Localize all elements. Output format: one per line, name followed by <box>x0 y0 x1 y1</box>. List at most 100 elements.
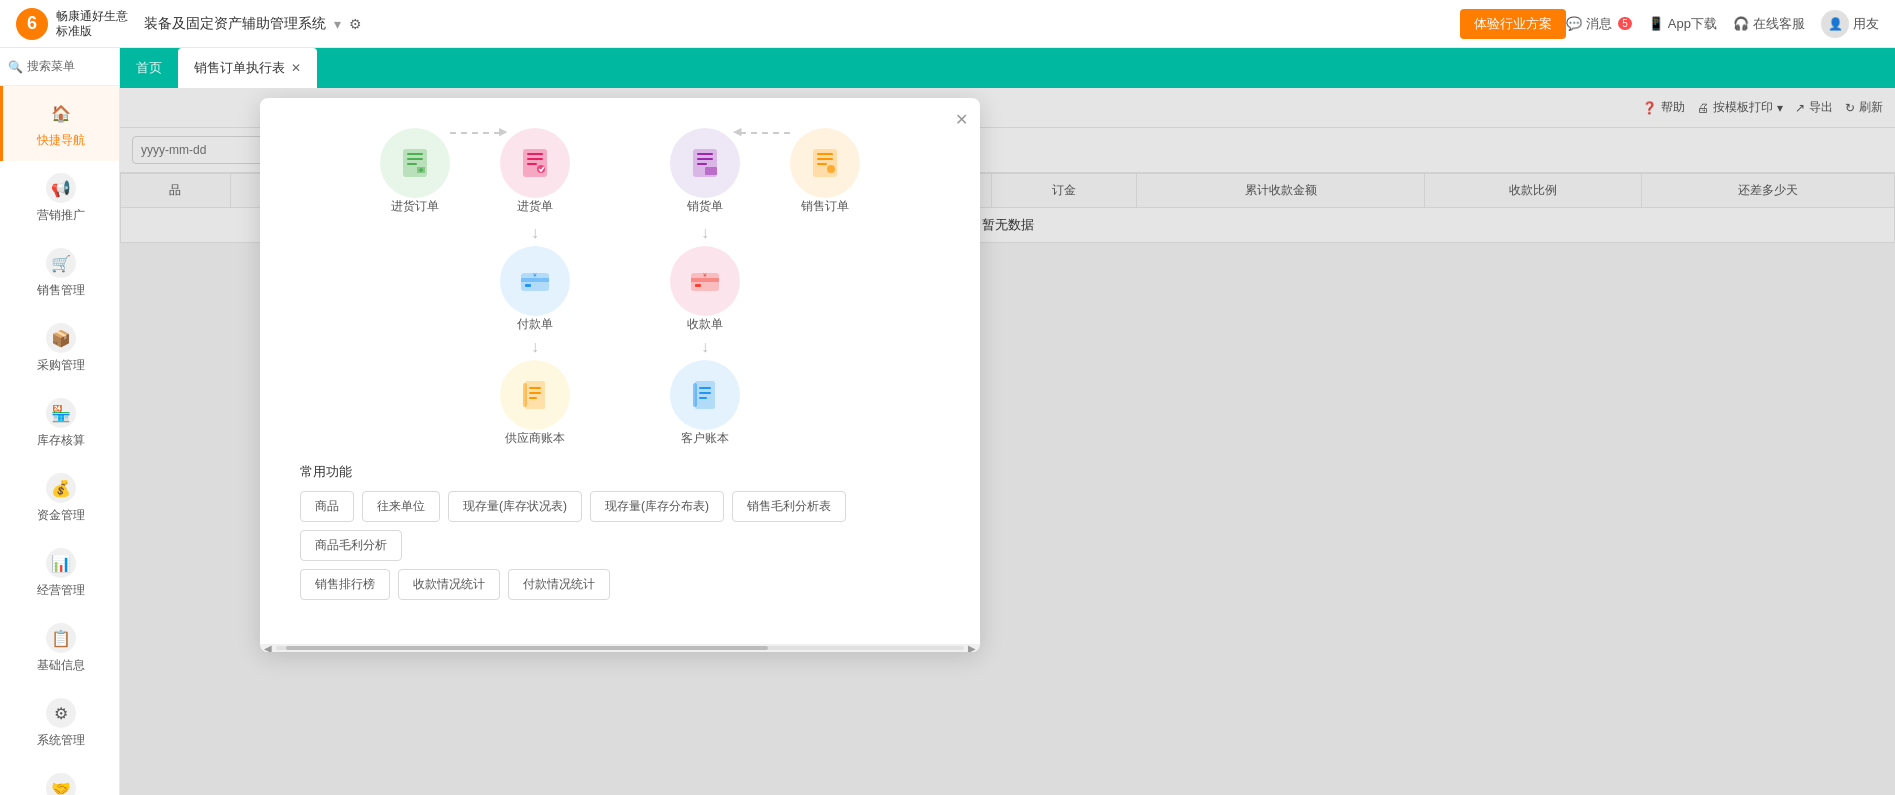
scroll-right-icon[interactable]: ▶ <box>968 643 976 653</box>
settings-icon[interactable]: ⚙ <box>349 16 362 32</box>
dropdown-arrow-icon[interactable]: ▾ <box>334 16 341 32</box>
sidebar-item-inventory[interactable]: 🏪 库存核算 <box>0 386 119 461</box>
flow-item-purchase-order: 进货订单 <box>380 128 450 215</box>
payment-label: 付款单 <box>517 316 553 333</box>
purchase-order-circle[interactable] <box>380 128 450 198</box>
svg-rect-27 <box>525 381 545 409</box>
marketing-icon: 📢 <box>46 173 76 203</box>
svg-rect-1 <box>407 153 423 155</box>
scrollbar-thumb <box>286 646 768 650</box>
arrow-left-1: ◀ <box>740 128 790 156</box>
supplier-ledger-circle[interactable] <box>500 360 570 430</box>
sidebar-item-collab[interactable]: 🤝 企业协同 <box>0 761 119 795</box>
svg-rect-6 <box>527 158 543 160</box>
func-btn-payment-stats[interactable]: 付款情况统计 <box>508 569 610 600</box>
tab-close-icon[interactable]: ✕ <box>291 61 301 75</box>
sidebar-item-operations[interactable]: 📊 经营管理 <box>0 536 119 611</box>
sidebar-item-quick-nav[interactable]: 🏠 快捷导航 <box>0 86 119 161</box>
svg-rect-31 <box>529 397 537 399</box>
sales-bill-label: 销货单 <box>687 198 723 215</box>
svg-rect-29 <box>529 387 541 389</box>
purchase-bill-label: 进货单 <box>517 198 553 215</box>
search-menu[interactable]: 🔍 搜索菜单 <box>0 48 119 86</box>
svg-point-18 <box>827 165 835 173</box>
svg-rect-16 <box>817 158 833 160</box>
tab-home[interactable]: 首页 <box>120 48 178 88</box>
svg-rect-5 <box>527 153 543 155</box>
sidebar-item-system[interactable]: ⚙ 系统管理 <box>0 686 119 761</box>
arrow-down-purchase: ↓ <box>500 223 570 242</box>
svg-rect-32 <box>695 381 715 409</box>
message-icon: 💬 <box>1566 16 1582 31</box>
modal-box: ✕ 进货订单 <box>260 98 980 652</box>
trial-button[interactable]: 体验行业方案 <box>1460 9 1566 39</box>
modal-close-button[interactable]: ✕ <box>955 110 968 129</box>
sidebar-item-purchase[interactable]: 📦 采购管理 <box>0 311 119 386</box>
func-btn-stock-dist[interactable]: 现存量(库存分布表) <box>590 491 724 522</box>
svg-rect-15 <box>817 153 833 155</box>
func-buttons-row2: 销售排行榜 收款情况统计 付款情况统计 <box>300 569 940 600</box>
app-download-button[interactable]: 📱 App下载 <box>1648 15 1717 33</box>
sidebar-item-label: 经营管理 <box>37 582 85 599</box>
flow-item-sales-order: 销售订单 <box>790 128 860 215</box>
message-badge: 5 <box>1618 17 1632 30</box>
svg-rect-2 <box>407 158 423 160</box>
func-btn-sales-rank[interactable]: 销售排行榜 <box>300 569 390 600</box>
message-button[interactable]: 💬 消息 5 <box>1566 15 1632 33</box>
receipt-circle[interactable]: ¥ <box>670 246 740 316</box>
main-content: 首页 销售订单执行表 ✕ ❓ 帮助 🖨 按模板打印 ▾ ↗ 导出 ↻ <box>120 48 1895 795</box>
service-icon: 🎧 <box>1733 16 1749 31</box>
inventory-icon: 🏪 <box>46 398 76 428</box>
finance-icon: 💰 <box>46 473 76 503</box>
purchase-icon: 📦 <box>46 323 76 353</box>
sidebar-item-sales[interactable]: 🛒 销售管理 <box>0 236 119 311</box>
system-title: 装备及固定资产辅助管理系统 ▾ ⚙ <box>144 15 1460 33</box>
flow-item-receipt: ¥ 收款单 <box>670 246 740 333</box>
customer-ledger-circle[interactable] <box>670 360 740 430</box>
purchase-bill-circle[interactable] <box>500 128 570 198</box>
online-service-button[interactable]: 🎧 在线客服 <box>1733 15 1805 33</box>
func-btn-receipt-stats[interactable]: 收款情况统计 <box>398 569 500 600</box>
operations-icon: 📊 <box>46 548 76 578</box>
collab-icon: 🤝 <box>46 773 76 795</box>
receipt-label: 收款单 <box>687 316 723 333</box>
sidebar-item-label: 系统管理 <box>37 732 85 749</box>
sidebar-item-marketing[interactable]: 📢 营销推广 <box>0 161 119 236</box>
user-area[interactable]: 👤 用友 <box>1821 10 1879 38</box>
modal-scrollbar: ◀ ▶ <box>260 644 980 652</box>
sales-icon: 🛒 <box>46 248 76 278</box>
payment-circle[interactable]: ¥ <box>500 246 570 316</box>
supplier-ledger-label: 供应商账本 <box>505 430 565 447</box>
scrollbar-track[interactable] <box>276 646 964 650</box>
func-btn-goods[interactable]: 商品 <box>300 491 354 522</box>
svg-rect-34 <box>699 387 711 389</box>
svg-rect-3 <box>407 163 417 165</box>
sidebar-item-basic-info[interactable]: 📋 基础信息 <box>0 611 119 686</box>
search-label: 搜索菜单 <box>27 58 75 75</box>
svg-rect-17 <box>817 163 827 165</box>
sidebar-item-label: 营销推广 <box>37 207 85 224</box>
sidebar-item-label: 库存核算 <box>37 432 85 449</box>
sales-bill-circle[interactable] <box>670 128 740 198</box>
func-btn-goods-gross[interactable]: 商品毛利分析 <box>300 530 402 561</box>
tab-bar: 首页 销售订单执行表 ✕ <box>120 48 1895 88</box>
sales-order-circle[interactable] <box>790 128 860 198</box>
sidebar-item-finance[interactable]: 💰 资金管理 <box>0 461 119 536</box>
flow-row-3: ¥ 付款单 ¥ 收款单 <box>300 246 940 333</box>
arrow-right-1: ▶ <box>450 128 500 156</box>
avatar: 👤 <box>1821 10 1849 38</box>
svg-rect-24 <box>691 278 719 282</box>
system-icon: ⚙ <box>46 698 76 728</box>
func-btn-sales-gross[interactable]: 销售毛利分析表 <box>732 491 846 522</box>
func-btn-stock-status[interactable]: 现存量(库存状况表) <box>448 491 582 522</box>
func-btn-counterparts[interactable]: 往来单位 <box>362 491 440 522</box>
header-right: 💬 消息 5 📱 App下载 🎧 在线客服 👤 用友 <box>1566 10 1879 38</box>
func-buttons-row1: 商品 往来单位 现存量(库存状况表) 现存量(库存分布表) 销售毛利分析表 商品… <box>300 491 940 561</box>
svg-rect-25 <box>695 284 701 287</box>
section-title: 常用功能 <box>300 463 940 481</box>
sidebar: 🔍 搜索菜单 🏠 快捷导航 📢 营销推广 🛒 销售管理 📦 采购管理 🏪 库存核… <box>0 48 120 795</box>
common-functions: 常用功能 商品 往来单位 现存量(库存状况表) 现存量(库存分布表) 销售毛利分… <box>300 463 940 624</box>
scroll-left-icon[interactable]: ◀ <box>264 643 272 653</box>
logo-area: 6 畅康通好生意 标准版 <box>16 8 136 40</box>
tab-sales-order[interactable]: 销售订单执行表 ✕ <box>178 48 317 88</box>
